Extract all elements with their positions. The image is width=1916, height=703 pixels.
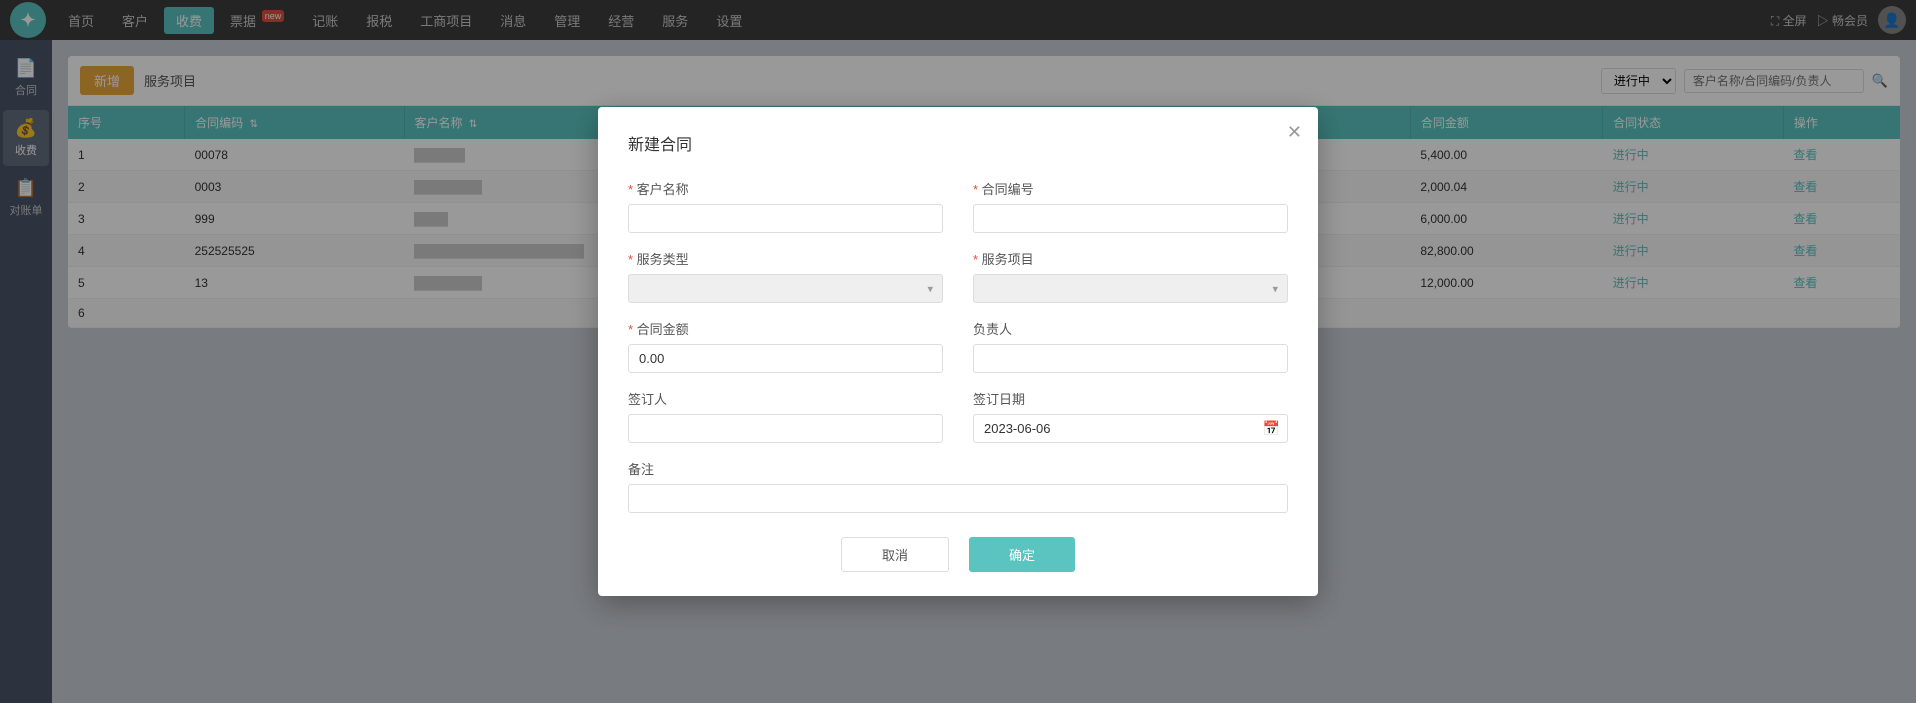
label-signer: 签订人 <box>628 389 943 408</box>
main-layout: 📄 合同 💰 收费 📋 对账单 新增 服务项目 进行中 已完成 已终止 <box>0 40 1916 703</box>
dialog-title: 新建合同 <box>628 131 1288 155</box>
input-notes[interactable] <box>628 484 1288 513</box>
label-contract-amount: 合同金额 <box>628 319 943 338</box>
input-sign-date[interactable] <box>973 414 1288 443</box>
input-signer[interactable] <box>628 414 943 443</box>
input-contract-amount[interactable] <box>628 344 943 373</box>
label-service-type: 服务类型 <box>628 249 943 268</box>
label-customer-name: 客户名称 <box>628 179 943 198</box>
dialog-form: 客户名称 合同编号 服务类型 ▾ <box>628 179 1288 513</box>
label-responsible: 负责人 <box>973 319 1288 338</box>
field-contract-amount: 合同金额 <box>628 319 943 373</box>
cancel-button[interactable]: 取消 <box>841 537 949 572</box>
label-contract-code: 合同编号 <box>973 179 1288 198</box>
field-service-type: 服务类型 ▾ <box>628 249 943 303</box>
field-signer: 签订人 <box>628 389 943 443</box>
input-customer-name[interactable] <box>628 204 943 233</box>
dialog-footer: 取消 确定 <box>628 537 1288 572</box>
service-item-wrapper: ▾ <box>973 274 1288 303</box>
modal-overlay: ✕ 新建合同 客户名称 合同编号 服务类型 <box>52 40 1916 703</box>
sign-date-wrapper: 📅 <box>973 414 1288 443</box>
content-area: 新增 服务项目 进行中 已完成 已终止 全部 🔍 序号 <box>52 40 1916 703</box>
field-notes: 备注 <box>628 459 1288 513</box>
select-service-type[interactable] <box>628 274 943 303</box>
label-notes: 备注 <box>628 459 1288 478</box>
field-customer-name: 客户名称 <box>628 179 943 233</box>
field-service-item: 服务项目 ▾ <box>973 249 1288 303</box>
close-icon[interactable]: ✕ <box>1287 123 1302 141</box>
field-contract-code: 合同编号 <box>973 179 1288 233</box>
input-responsible[interactable] <box>973 344 1288 373</box>
field-responsible: 负责人 <box>973 319 1288 373</box>
confirm-button[interactable]: 确定 <box>969 537 1075 572</box>
field-sign-date: 签订日期 📅 <box>973 389 1288 443</box>
select-service-item[interactable] <box>973 274 1288 303</box>
service-type-wrapper: ▾ <box>628 274 943 303</box>
calendar-icon[interactable]: 📅 <box>1263 420 1280 437</box>
new-contract-dialog: ✕ 新建合同 客户名称 合同编号 服务类型 <box>598 107 1318 596</box>
label-sign-date: 签订日期 <box>973 389 1288 408</box>
input-contract-code[interactable] <box>973 204 1288 233</box>
label-service-item: 服务项目 <box>973 249 1288 268</box>
